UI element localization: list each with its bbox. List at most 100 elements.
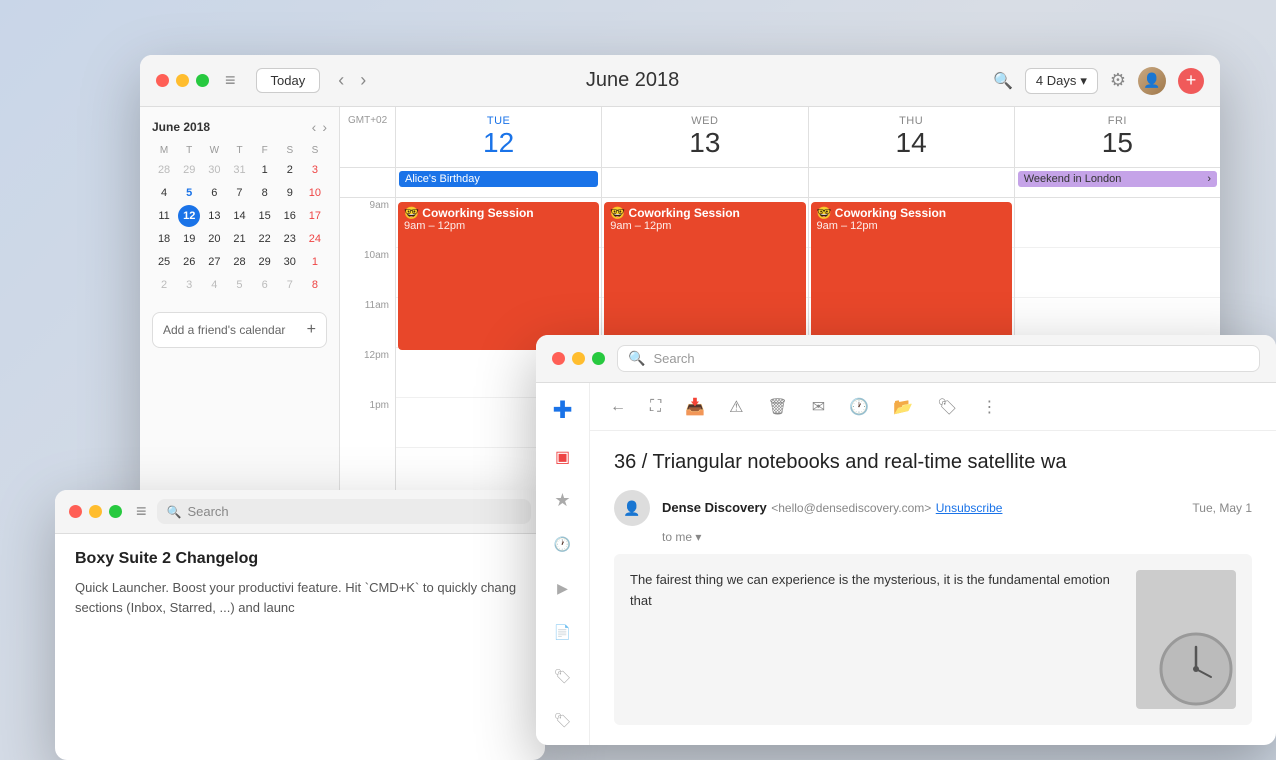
- mini-cal-next[interactable]: ›: [322, 119, 327, 135]
- move-icon[interactable]: 📂: [889, 393, 917, 421]
- mini-day[interactable]: 17: [304, 205, 326, 227]
- mini-day[interactable]: 13: [203, 205, 225, 227]
- mini-day[interactable]: 30: [279, 251, 301, 273]
- mini-day[interactable]: 25: [153, 251, 175, 273]
- mini-day[interactable]: 4: [203, 274, 225, 296]
- view-selector-button[interactable]: 4 Days ▾: [1025, 68, 1098, 94]
- mini-day[interactable]: 2: [279, 159, 301, 181]
- email-to-dropdown[interactable]: ▾: [695, 530, 701, 544]
- mini-day[interactable]: 10: [304, 182, 326, 204]
- mini-day[interactable]: 14: [228, 205, 250, 227]
- minimize-button[interactable]: [176, 74, 189, 87]
- maximize-button[interactable]: [196, 74, 209, 87]
- mini-day[interactable]: 31: [228, 159, 250, 181]
- more-icon[interactable]: ⋮: [977, 393, 1001, 421]
- mini-day[interactable]: 6: [254, 274, 276, 296]
- mini-day[interactable]: 11: [153, 205, 175, 227]
- email-date: Tue, May 1: [1192, 501, 1252, 515]
- coworking-event-wed[interactable]: 🤓 Coworking Session 9am – 12pm: [604, 202, 805, 350]
- notes-search-bar[interactable]: 🔍 Search: [157, 499, 531, 524]
- coworking-event-tue[interactable]: 🤓 Coworking Session 9am – 12pm: [398, 202, 599, 350]
- mini-day[interactable]: 5: [178, 182, 200, 204]
- hamburger-icon[interactable]: ≡: [225, 70, 236, 91]
- email-minimize-button[interactable]: [572, 352, 585, 365]
- sent-icon[interactable]: ▶: [548, 576, 578, 602]
- archive-icon[interactable]: 📥: [681, 393, 709, 421]
- back-icon[interactable]: ←: [606, 394, 630, 420]
- mini-day[interactable]: 15: [254, 205, 276, 227]
- mini-day[interactable]: 5: [228, 274, 250, 296]
- mini-day[interactable]: 1: [254, 159, 276, 181]
- label-icon[interactable]: 🏷: [933, 393, 961, 421]
- mini-day[interactable]: 26: [178, 251, 200, 273]
- add-friend-calendar-button[interactable]: Add a friend's calendar +: [152, 312, 327, 348]
- user-avatar[interactable]: 👤: [1138, 67, 1166, 95]
- mini-day[interactable]: 18: [153, 228, 175, 250]
- day-headers-row: GMT+02 Tue 12 Wed 13 Thu 14 Fri 15: [340, 107, 1220, 168]
- mini-day[interactable]: 30: [203, 159, 225, 181]
- mini-day[interactable]: 24: [304, 228, 326, 250]
- mini-day[interactable]: 29: [178, 159, 200, 181]
- report-icon[interactable]: ⚠: [725, 393, 747, 421]
- event-time: 9am – 12pm: [817, 220, 1006, 232]
- snooze-icon[interactable]: 🕐: [845, 393, 873, 421]
- email-from-row: 👤 Dense Discovery <hello@densediscovery.…: [614, 490, 1252, 526]
- mini-day[interactable]: 23: [279, 228, 301, 250]
- email-traffic-lights: [552, 352, 605, 365]
- email-close-button[interactable]: [552, 352, 565, 365]
- traffic-lights: [156, 74, 209, 87]
- allday-events-row: Alice's Birthday Weekend in London: [340, 168, 1220, 198]
- notes-menu-icon[interactable]: ≡: [136, 501, 147, 522]
- starred-icon[interactable]: ★: [548, 488, 578, 514]
- settings-icon[interactable]: ⚙: [1110, 70, 1126, 91]
- unsubscribe-link[interactable]: Unsubscribe: [936, 501, 1003, 515]
- time-labels-column: 9am 10am 11am 12pm 1pm: [340, 198, 395, 505]
- mini-day[interactable]: 28: [228, 251, 250, 273]
- notes-close-button[interactable]: [69, 505, 82, 518]
- time-cell: [1015, 248, 1220, 298]
- delete-icon[interactable]: 🗑: [763, 393, 791, 421]
- mini-day[interactable]: 22: [254, 228, 276, 250]
- mini-cal-prev[interactable]: ‹: [312, 119, 317, 135]
- inbox-icon[interactable]: ▣: [548, 444, 578, 470]
- email-search-input[interactable]: Search: [653, 351, 1249, 366]
- mini-day[interactable]: 29: [254, 251, 276, 273]
- mini-day[interactable]: 9: [279, 182, 301, 204]
- close-button[interactable]: [156, 74, 169, 87]
- mini-day-today[interactable]: 12: [178, 205, 200, 227]
- add-event-button[interactable]: +: [1178, 68, 1204, 94]
- mini-day[interactable]: 16: [279, 205, 301, 227]
- mini-day[interactable]: 6: [203, 182, 225, 204]
- email-search-bar[interactable]: 🔍 Search: [617, 345, 1260, 372]
- birthday-event[interactable]: Alice's Birthday: [399, 171, 598, 187]
- email-maximize-button[interactable]: [592, 352, 605, 365]
- email-body: ✚ ▣ ★ 🕐 ▶ 📄 🏷 🏷 ← ⛶ 📥 ⚠ 🗑 ✉ 🕐 📂 🏷 ⋮: [536, 383, 1276, 745]
- notes-maximize-button[interactable]: [109, 505, 122, 518]
- mini-day[interactable]: 27: [203, 251, 225, 273]
- drafts-icon[interactable]: 📄: [548, 619, 578, 645]
- mini-day[interactable]: 20: [203, 228, 225, 250]
- search-icon[interactable]: 🔍: [993, 71, 1013, 91]
- mini-day[interactable]: 28: [153, 159, 175, 181]
- mini-day[interactable]: 7: [228, 182, 250, 204]
- event-time: 9am – 12pm: [610, 220, 799, 232]
- more-labels-icon[interactable]: 🏷: [548, 707, 578, 733]
- mini-day[interactable]: 3: [178, 274, 200, 296]
- mini-day[interactable]: 3: [304, 159, 326, 181]
- coworking-event-thu[interactable]: 🤓 Coworking Session 9am – 12pm: [811, 202, 1012, 350]
- labels-icon[interactable]: 🏷: [548, 663, 578, 689]
- snoozed-icon[interactable]: 🕐: [548, 532, 578, 558]
- mark-icon[interactable]: ✉: [808, 393, 829, 421]
- compose-button[interactable]: ✚: [545, 395, 581, 426]
- mini-day[interactable]: 2: [153, 274, 175, 296]
- mini-day[interactable]: 8: [254, 182, 276, 204]
- fullscreen-icon[interactable]: ⛶: [646, 394, 665, 420]
- mini-day[interactable]: 21: [228, 228, 250, 250]
- mini-day[interactable]: 4: [153, 182, 175, 204]
- mini-day[interactable]: 8: [304, 274, 326, 296]
- notes-minimize-button[interactable]: [89, 505, 102, 518]
- mini-day[interactable]: 1: [304, 251, 326, 273]
- mini-day[interactable]: 19: [178, 228, 200, 250]
- weekend-event[interactable]: Weekend in London: [1018, 171, 1217, 187]
- mini-day[interactable]: 7: [279, 274, 301, 296]
